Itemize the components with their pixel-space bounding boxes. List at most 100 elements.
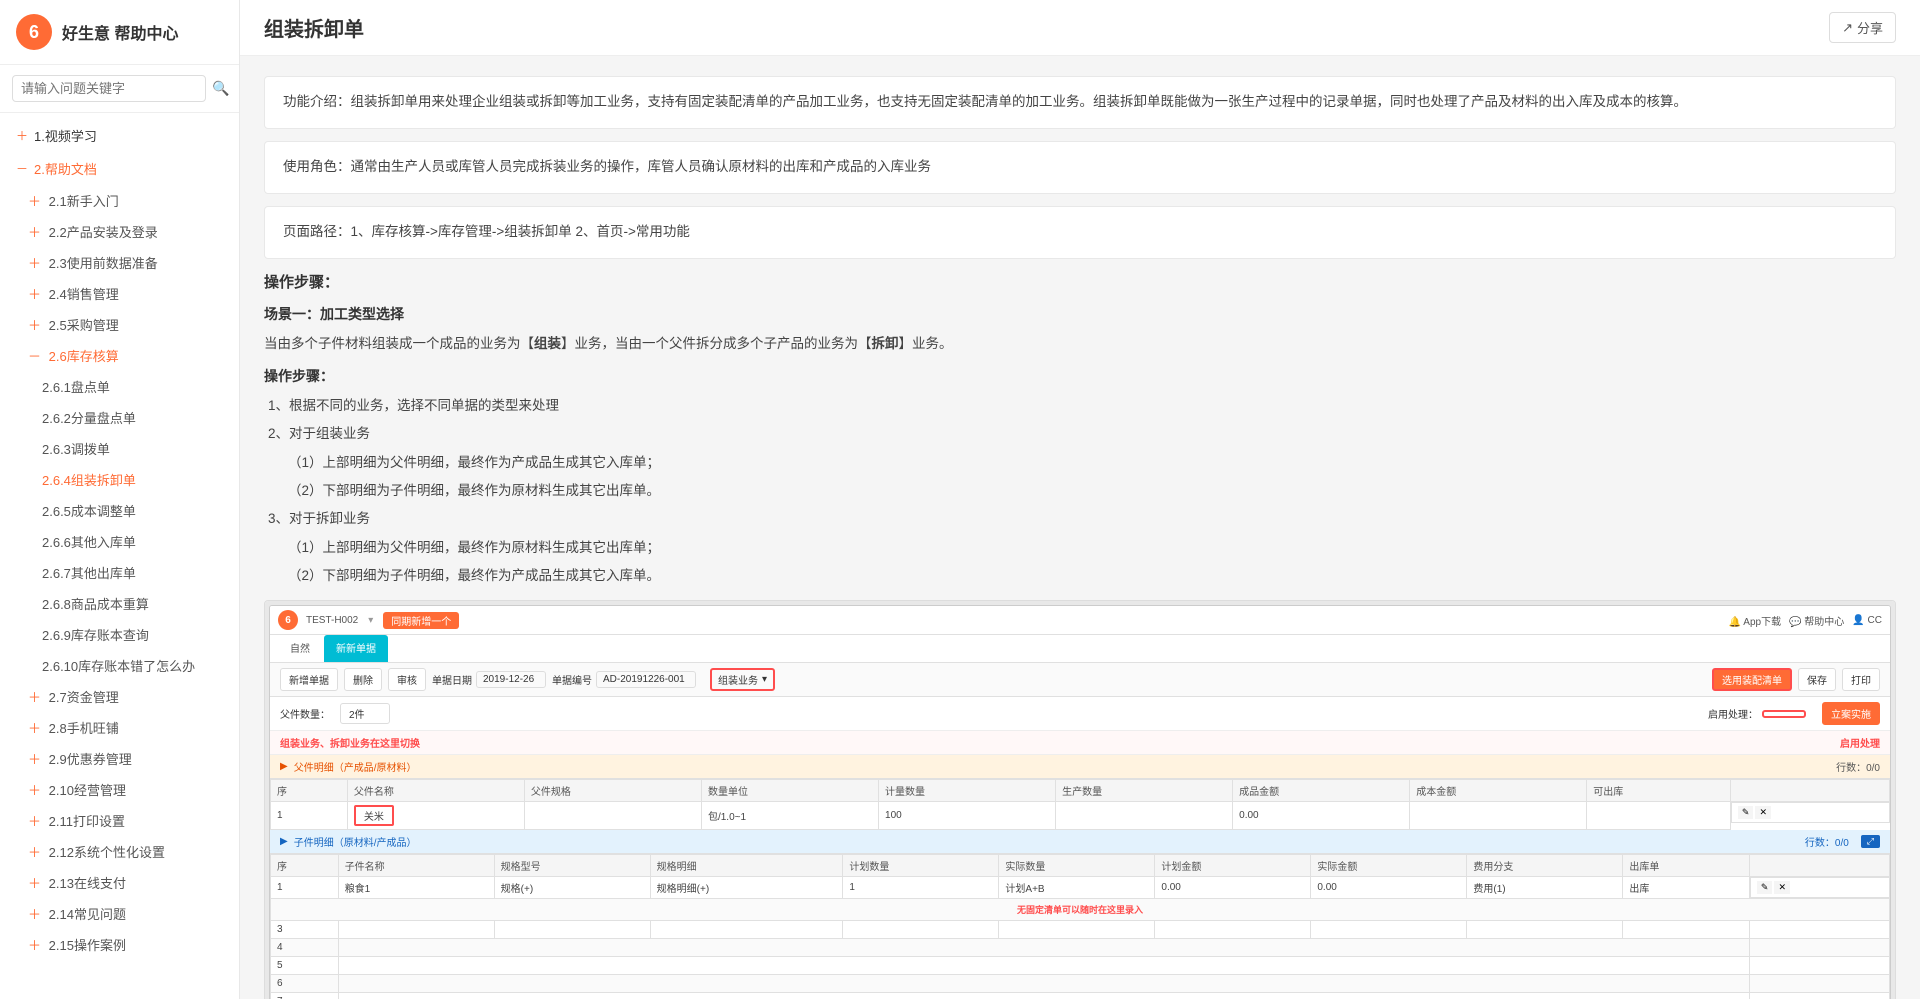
- content-area: 功能介绍：组装拆卸单用来处理企业组装或拆卸等加工业务，支持有固定装配清单的产品加…: [240, 56, 1920, 999]
- sidebar-item-transfer[interactable]: 2.6.3调拨单: [0, 433, 239, 464]
- step-2-2: （2）下部明细为子件明细，最终作为原材料生成其它出库单。: [268, 479, 1896, 503]
- mock-th-pqty: 计量数量: [879, 780, 1056, 802]
- mock-top-table-wrapper: 序 父件名称 父件规格 数量单位 计量数量 生产数量 成品金额 成本金额: [270, 779, 1890, 830]
- mock-btn-approve[interactable]: 审核: [388, 668, 426, 691]
- mock-btn-add[interactable]: 新增单据: [280, 668, 338, 691]
- page-header: 组装拆卸单 ↗ 分享: [240, 0, 1920, 56]
- plus-icon-sm: ＋: [28, 845, 41, 860]
- mock-bth-cbranch: 费用分支: [1467, 855, 1623, 877]
- mock-btn-extra1[interactable]: 保存: [1798, 668, 1836, 691]
- mock-btd-empty5: [338, 957, 1749, 975]
- sidebar-item-finance[interactable]: ＋ 2.7资金管理: [0, 681, 239, 712]
- mock-btd-seq1: 1: [271, 877, 339, 899]
- mock-btd-empty4: [338, 939, 1749, 957]
- sidebar-item-other-out[interactable]: 2.6.7其他出库单: [0, 557, 239, 588]
- sidebar-item-mobile[interactable]: ＋ 2.8手机旺铺: [0, 712, 239, 743]
- mock-btd-cbranch1: 费用(1): [1467, 877, 1623, 899]
- scenario1-title: 场景一：加工类型选择: [264, 304, 1896, 324]
- sidebar-item-sales[interactable]: ＋ 2.4销售管理: [0, 278, 239, 309]
- mock-enabledoc-input[interactable]: [1762, 710, 1806, 718]
- mock-toolbar: 新增单据 删除 审核 单据日期 2019-12-26 单据编号 AD-20191…: [270, 663, 1890, 697]
- mock-tab-newdoc[interactable]: 新新单据: [324, 635, 388, 662]
- role-intro-block: 使用角色：通常由生产人员或库管人员完成拆装业务的操作，库管人员确认原材料的出库和…: [264, 141, 1896, 194]
- plus-icon-sm: ＋: [28, 814, 41, 829]
- mock-row-edit[interactable]: ✎: [1738, 806, 1754, 819]
- sidebar-item-stock-error[interactable]: 2.6.10库存账本错了怎么办: [0, 650, 239, 681]
- share-button[interactable]: ↗ 分享: [1829, 12, 1896, 43]
- sidebar-item-stock-ledger[interactable]: 2.6.9库存账本查询: [0, 619, 239, 650]
- minus-icon: －: [16, 160, 28, 177]
- mock-btd-cname1: 粮食1: [338, 877, 494, 899]
- mock-btd-seq6: 6: [271, 975, 339, 993]
- sidebar-item-other-in[interactable]: 2.6.6其他入库单: [0, 526, 239, 557]
- mock-count-input[interactable]: 2件: [340, 703, 390, 724]
- mock-btd-cbranch3: [1467, 921, 1623, 939]
- mock-newdoc-btn[interactable]: 同期新增一个: [383, 612, 459, 629]
- sidebar-item-settings[interactable]: ＋ 2.12系统个性化设置: [0, 836, 239, 867]
- mock-btn-delete[interactable]: 删除: [344, 668, 382, 691]
- search-input[interactable]: [12, 75, 206, 102]
- mock-btn-extra2[interactable]: 打印: [1842, 668, 1880, 691]
- sidebar-item-purchase[interactable]: ＋ 2.5采购管理: [0, 309, 239, 340]
- mock-enabledoc-area: 启用处理：: [1708, 706, 1806, 721]
- mock-bottom-table-wrapper: 序 子件名称 规格型号 规格明细 计划数量 实际数量 计划金额 实际金额: [270, 854, 1890, 999]
- sidebar-item-cost-recalc[interactable]: 2.6.8商品成本重算: [0, 588, 239, 619]
- mock-date-label: 单据日期: [432, 672, 472, 687]
- sidebar: 6 好生意 帮助中心 🔍 ＋ 1.视频学习 － 2.帮助文档 ＋ 2.1新手入门: [0, 0, 240, 999]
- sidebar-item-management[interactable]: ＋ 2.10经营管理: [0, 774, 239, 805]
- mock-docno-label: 单据编号: [552, 672, 592, 687]
- mock-docno-input[interactable]: AD-20191226-001: [596, 671, 696, 688]
- mock-bth-cplan: 计划数量: [843, 855, 999, 877]
- plus-icon-sm: ＋: [28, 318, 41, 333]
- sidebar-item-payment[interactable]: ＋ 2.13在线支付: [0, 867, 239, 898]
- step-3-1: （1）上部明细为父件明细，最终作为原材料生成其它出库单；: [268, 536, 1896, 560]
- sidebar-item-beginner[interactable]: ＋ 2.1新手入门: [0, 185, 239, 216]
- sidebar-item-faq[interactable]: ＋ 2.14常见问题: [0, 898, 239, 929]
- mock-expand-btn[interactable]: ⤢: [1861, 835, 1880, 848]
- mock-top-section: ▶ 父件明细（产成品/原材料） 行数：0/0 序 父件名称: [270, 755, 1890, 830]
- mock-date-input[interactable]: 2019-12-26: [476, 671, 546, 688]
- sidebar-item-partial-count[interactable]: 2.6.2分量盘点单: [0, 402, 239, 433]
- mock-notification: 🔔 App下载: [1729, 613, 1781, 628]
- mock-logo: 6: [278, 610, 298, 630]
- mock-btd-empty6: [338, 975, 1749, 993]
- mock-btd-seq5: 5: [271, 957, 339, 975]
- path-intro-text: 页面路径：1、库存核算->库存管理->组装拆卸单 2、首页->常用功能: [283, 221, 1877, 244]
- mock-type-select[interactable]: 组装业务 ▾: [710, 668, 775, 691]
- mock-tab-home[interactable]: 自然: [278, 635, 322, 662]
- mock-td-punit1: 包/1.0~1: [701, 802, 878, 830]
- mock-type-arrow: ▾: [762, 674, 767, 685]
- mock-btd-cplan3: [843, 921, 999, 939]
- sidebar-item-assemble[interactable]: 2.6.4组装拆卸单: [0, 464, 239, 495]
- mock-btd-cname3: [338, 921, 494, 939]
- sidebar-item-coupon[interactable]: ＋ 2.9优惠券管理: [0, 743, 239, 774]
- mock-td-seq1: 1: [271, 802, 348, 830]
- plus-icon-sm: ＋: [28, 938, 41, 953]
- search-button[interactable]: 🔍: [212, 80, 229, 97]
- mock-brow-del[interactable]: ✕: [1774, 881, 1790, 894]
- mock-tabbar: 自然 新新单据: [270, 635, 1890, 663]
- role-intro-text: 使用角色：通常由生产人员或库管人员完成拆装业务的操作，库管人员确认原材料的出库和…: [283, 156, 1877, 179]
- sidebar-item-install[interactable]: ＋ 2.2产品安装及登录: [0, 216, 239, 247]
- mock-btd-seq7: 7: [271, 993, 339, 999]
- mock-enable-btn[interactable]: 选用装配清单: [1712, 668, 1792, 691]
- mock-brow-edit[interactable]: ✎: [1757, 881, 1773, 894]
- sidebar-item-cost-adjust[interactable]: 2.6.5成本调整单: [0, 495, 239, 526]
- mock-bottom-row-2: 无固定清单可以随时在这里录入: [271, 899, 1890, 921]
- sidebar-item-helpdoc[interactable]: － 2.帮助文档: [0, 152, 239, 185]
- mock-btd-cactions7: [1749, 993, 1889, 999]
- sidebar-item-stock-count[interactable]: 2.6.1盘点单: [0, 371, 239, 402]
- sidebar-item-inventory[interactable]: － 2.6库存核算: [0, 340, 239, 371]
- sidebar-item-cases[interactable]: ＋ 2.15操作案例: [0, 929, 239, 960]
- plus-icon-sm: ＋: [28, 752, 41, 767]
- plus-icon-sm: ＋: [28, 194, 41, 209]
- mock-row-del[interactable]: ✕: [1755, 806, 1771, 819]
- sidebar-item-video[interactable]: ＋ 1.视频学习: [0, 119, 239, 152]
- mock-td-pprod1: [1056, 802, 1233, 830]
- mock-pname-input[interactable]: 关米: [354, 805, 394, 826]
- mock-btd-cactualamount1: 0.00: [1311, 877, 1467, 899]
- sidebar-item-print[interactable]: ＋ 2.11打印设置: [0, 805, 239, 836]
- mock-save-btn[interactable]: 立案实施: [1822, 702, 1880, 725]
- mock-bth-cactualamount: 实际金额: [1311, 855, 1467, 877]
- sidebar-item-data-prep[interactable]: ＋ 2.3使用前数据准备: [0, 247, 239, 278]
